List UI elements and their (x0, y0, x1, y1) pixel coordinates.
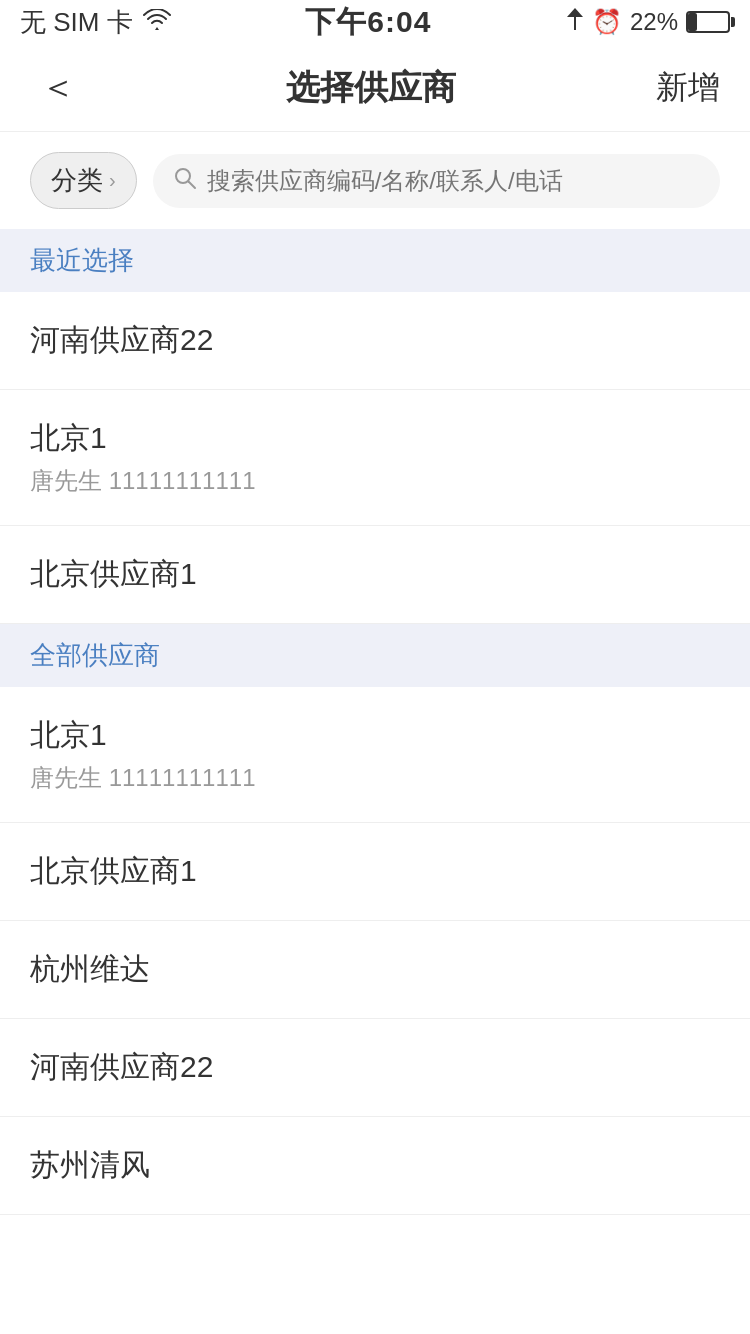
category-label: 分类 (51, 163, 103, 198)
alarm-icon: ⏰ (592, 8, 622, 36)
all-section-header: 全部供应商 (0, 624, 750, 687)
item-sub: 唐先生 11111111111 (30, 465, 720, 497)
recent-section-header: 最近选择 (0, 229, 750, 292)
back-button[interactable]: ＜ (30, 53, 86, 122)
list-item[interactable]: 北京供应商1 (0, 526, 750, 624)
recent-list: 河南供应商22 北京1 唐先生 11111111111 北京供应商1 (0, 292, 750, 624)
page-title: 选择供应商 (286, 65, 456, 111)
status-left: 无 SIM 卡 (20, 5, 171, 40)
new-button[interactable]: 新增 (656, 66, 720, 110)
chevron-right-icon: › (109, 169, 116, 192)
all-list: 北京1 唐先生 11111111111 北京供应商1 杭州维达河南供应商22 苏州清风 (0, 687, 750, 1215)
item-name: 北京1 (30, 715, 720, 756)
item-name: 苏州清风 (30, 1145, 720, 1186)
item-name: 河南供应商22 (30, 1047, 720, 1088)
list-item[interactable]: 北京供应商1 (0, 823, 750, 921)
nav-bar: ＜ 选择供应商 新增 (0, 44, 750, 132)
item-name: 北京供应商1 (30, 851, 720, 892)
search-input[interactable] (207, 167, 700, 195)
item-name: 北京1 (30, 418, 720, 459)
location-icon (566, 8, 584, 36)
list-item[interactable]: 杭州维达 (0, 921, 750, 1019)
wifi-icon (143, 7, 171, 38)
status-time: 下午6:04 (305, 2, 431, 43)
search-icon (173, 166, 197, 196)
battery-percent: 22% (630, 8, 678, 36)
filter-row: 分类 › (0, 132, 750, 229)
category-button[interactable]: 分类 › (30, 152, 137, 209)
svg-line-1 (188, 181, 195, 188)
all-header-text: 全部供应商 (30, 640, 160, 670)
list-item[interactable]: 北京1 唐先生 11111111111 (0, 687, 750, 823)
item-name: 北京供应商1 (30, 554, 720, 595)
list-item[interactable]: 河南供应商22 (0, 1019, 750, 1117)
battery-icon (686, 11, 730, 33)
item-sub: 唐先生 11111111111 (30, 762, 720, 794)
search-box (153, 154, 720, 208)
carrier-text: 无 SIM 卡 (20, 5, 133, 40)
list-item[interactable]: 河南供应商22 (0, 292, 750, 390)
status-bar: 无 SIM 卡 下午6:04 ⏰ 22% (0, 0, 750, 44)
recent-header-text: 最近选择 (30, 245, 134, 275)
item-name: 杭州维达 (30, 949, 720, 990)
item-name: 河南供应商22 (30, 320, 720, 361)
list-item[interactable]: 北京1 唐先生 11111111111 (0, 390, 750, 526)
list-item[interactable]: 苏州清风 (0, 1117, 750, 1215)
status-right: ⏰ 22% (566, 8, 730, 36)
